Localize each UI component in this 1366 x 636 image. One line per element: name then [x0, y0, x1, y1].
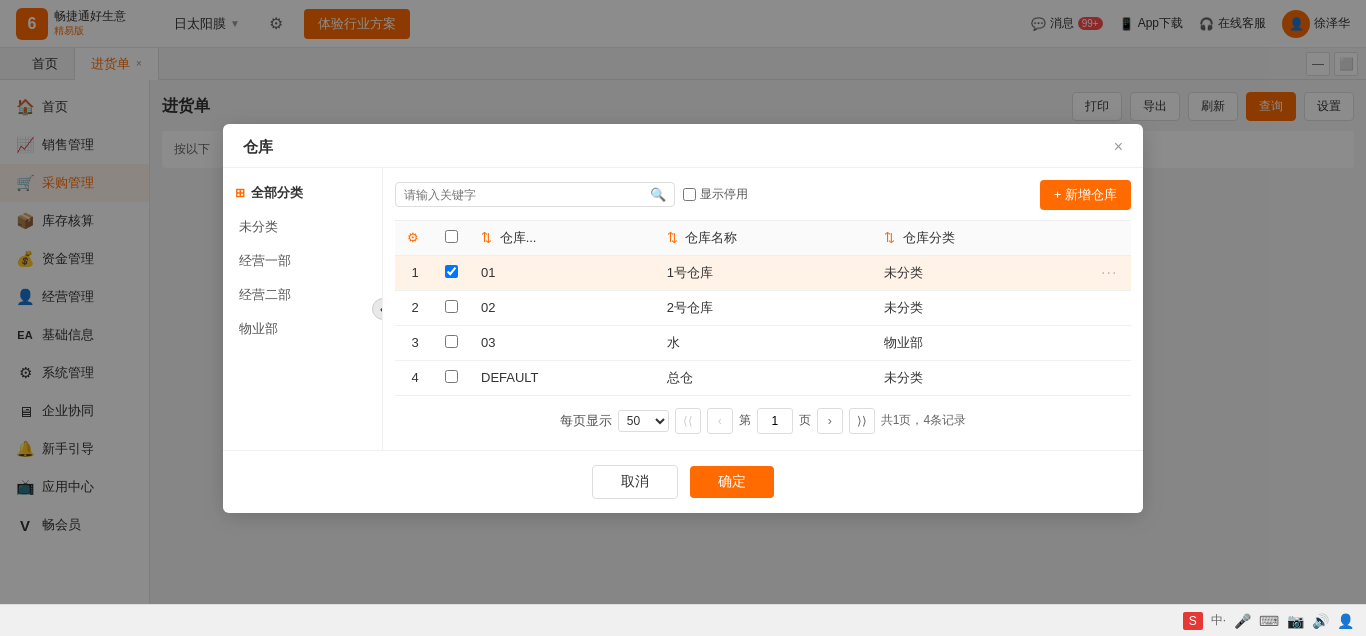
- row-category: 物业部: [874, 325, 1091, 360]
- row-checkbox[interactable]: [435, 290, 471, 325]
- show-disabled-checkbox[interactable]: [683, 188, 696, 201]
- row-num: 4: [395, 360, 435, 395]
- modal-sidebar-dept2[interactable]: 经营二部: [223, 278, 382, 312]
- modal-footer: 取消 确定: [223, 450, 1143, 513]
- page-next-button[interactable]: ›: [817, 408, 843, 434]
- modal-sidebar-all-category[interactable]: ⊞ 全部分类: [223, 176, 382, 210]
- row-more[interactable]: [1091, 290, 1131, 325]
- modal-header: 仓库 ×: [223, 124, 1143, 168]
- camera-icon[interactable]: 📷: [1287, 613, 1304, 629]
- th-actions: [1091, 220, 1131, 255]
- warehouse-table-body: 1 01 1号仓库 未分类 ··· 2 02 2号仓库 未分类 3 03 水 物…: [395, 255, 1131, 395]
- page-first-button[interactable]: ⟨⟨: [675, 408, 701, 434]
- row-num: 1: [395, 255, 435, 290]
- row-num: 3: [395, 325, 435, 360]
- row-checkbox[interactable]: [435, 325, 471, 360]
- select-all-checkbox[interactable]: [445, 230, 458, 243]
- search-icon: 🔍: [650, 187, 666, 202]
- row-name: 水: [657, 325, 874, 360]
- warehouse-modal: 仓库 × ⊞ 全部分类 未分类 经营一部 经营二部: [223, 124, 1143, 513]
- show-disabled-label[interactable]: 显示停用: [683, 186, 748, 203]
- sort-icon: ⇅: [481, 230, 492, 245]
- modal-main: 🔍 显示停用 + 新增仓库 ⚙: [383, 168, 1143, 450]
- grid-icon: ⊞: [235, 186, 245, 200]
- th-gear-icon[interactable]: ⚙: [407, 230, 419, 245]
- keyboard-icon[interactable]: ⌨: [1259, 613, 1279, 629]
- page-last-button[interactable]: ⟩⟩: [849, 408, 875, 434]
- page-prev-button[interactable]: ‹: [707, 408, 733, 434]
- page-total-info: 共1页，4条记录: [881, 412, 966, 429]
- ime-mode: 中·: [1211, 612, 1226, 629]
- table-row[interactable]: 2 02 2号仓库 未分类: [395, 290, 1131, 325]
- row-code: 03: [471, 325, 657, 360]
- all-category-label: 全部分类: [251, 184, 303, 202]
- th-category: ⇅ 仓库分类: [874, 220, 1091, 255]
- modal-body: ⊞ 全部分类 未分类 经营一部 经营二部 物业部 «: [223, 168, 1143, 450]
- table-row[interactable]: 4 DEFAULT 总仓 未分类: [395, 360, 1131, 395]
- row-more[interactable]: [1091, 325, 1131, 360]
- row-code: 01: [471, 255, 657, 290]
- page-label: 页: [799, 412, 811, 429]
- row-num: 2: [395, 290, 435, 325]
- table-container: ⚙ ⇅ 仓库... ⇅: [395, 220, 1131, 396]
- sort-icon2: ⇅: [667, 230, 678, 245]
- modal-overlay: 仓库 × ⊞ 全部分类 未分类 经营一部 经营二部: [0, 0, 1366, 636]
- warehouse-table: ⚙ ⇅ 仓库... ⇅: [395, 220, 1131, 396]
- user-icon[interactable]: 👤: [1337, 613, 1354, 629]
- row-name: 2号仓库: [657, 290, 874, 325]
- row-category: 未分类: [874, 255, 1091, 290]
- row-code: 02: [471, 290, 657, 325]
- row-code: DEFAULT: [471, 360, 657, 395]
- volume-icon[interactable]: 🔊: [1312, 613, 1329, 629]
- page-size-select[interactable]: 50 100: [618, 410, 669, 432]
- table-header-row: ⚙ ⇅ 仓库... ⇅: [395, 220, 1131, 255]
- row-category: 未分类: [874, 290, 1091, 325]
- table-row[interactable]: 3 03 水 物业部: [395, 325, 1131, 360]
- th-name: ⇅ 仓库名称: [657, 220, 874, 255]
- row-checkbox[interactable]: [435, 255, 471, 290]
- modal-toolbar: 🔍 显示停用 + 新增仓库: [395, 180, 1131, 210]
- per-page-label: 每页显示: [560, 412, 612, 430]
- page-word: 第: [739, 412, 751, 429]
- modal-sidebar-property[interactable]: 物业部: [223, 312, 382, 346]
- th-code: ⇅ 仓库...: [471, 220, 657, 255]
- th-settings: ⚙: [395, 220, 435, 255]
- modal-close-button[interactable]: ×: [1114, 138, 1123, 156]
- row-category: 未分类: [874, 360, 1091, 395]
- mic-icon[interactable]: 🎤: [1234, 613, 1251, 629]
- sort-icon3: ⇅: [884, 230, 895, 245]
- modal-sidebar-dept1[interactable]: 经营一部: [223, 244, 382, 278]
- th-checkbox: [435, 220, 471, 255]
- row-name: 1号仓库: [657, 255, 874, 290]
- row-more[interactable]: [1091, 360, 1131, 395]
- modal-title: 仓库: [243, 138, 273, 157]
- modal-sidebar-uncategorized[interactable]: 未分类: [223, 210, 382, 244]
- search-box: 🔍: [395, 182, 675, 207]
- modal-sidebar: ⊞ 全部分类 未分类 经营一部 经营二部 物业部 «: [223, 168, 383, 450]
- search-input[interactable]: [404, 188, 650, 202]
- bottom-bar: S 中· 🎤 ⌨ 📷 🔊 👤: [0, 604, 1366, 636]
- pagination-row: 每页显示 50 100 ⟨⟨ ‹ 第 页 › ⟩⟩ 共1页，4条记录: [395, 396, 1131, 438]
- table-row[interactable]: 1 01 1号仓库 未分类 ···: [395, 255, 1131, 290]
- add-warehouse-button[interactable]: + 新增仓库: [1040, 180, 1131, 210]
- ime-label: S: [1183, 612, 1203, 630]
- row-more[interactable]: ···: [1091, 255, 1131, 290]
- page-input[interactable]: [757, 408, 793, 434]
- row-checkbox[interactable]: [435, 360, 471, 395]
- cancel-button[interactable]: 取消: [592, 465, 678, 499]
- row-name: 总仓: [657, 360, 874, 395]
- more-button[interactable]: ···: [1101, 264, 1117, 281]
- confirm-button[interactable]: 确定: [690, 466, 774, 498]
